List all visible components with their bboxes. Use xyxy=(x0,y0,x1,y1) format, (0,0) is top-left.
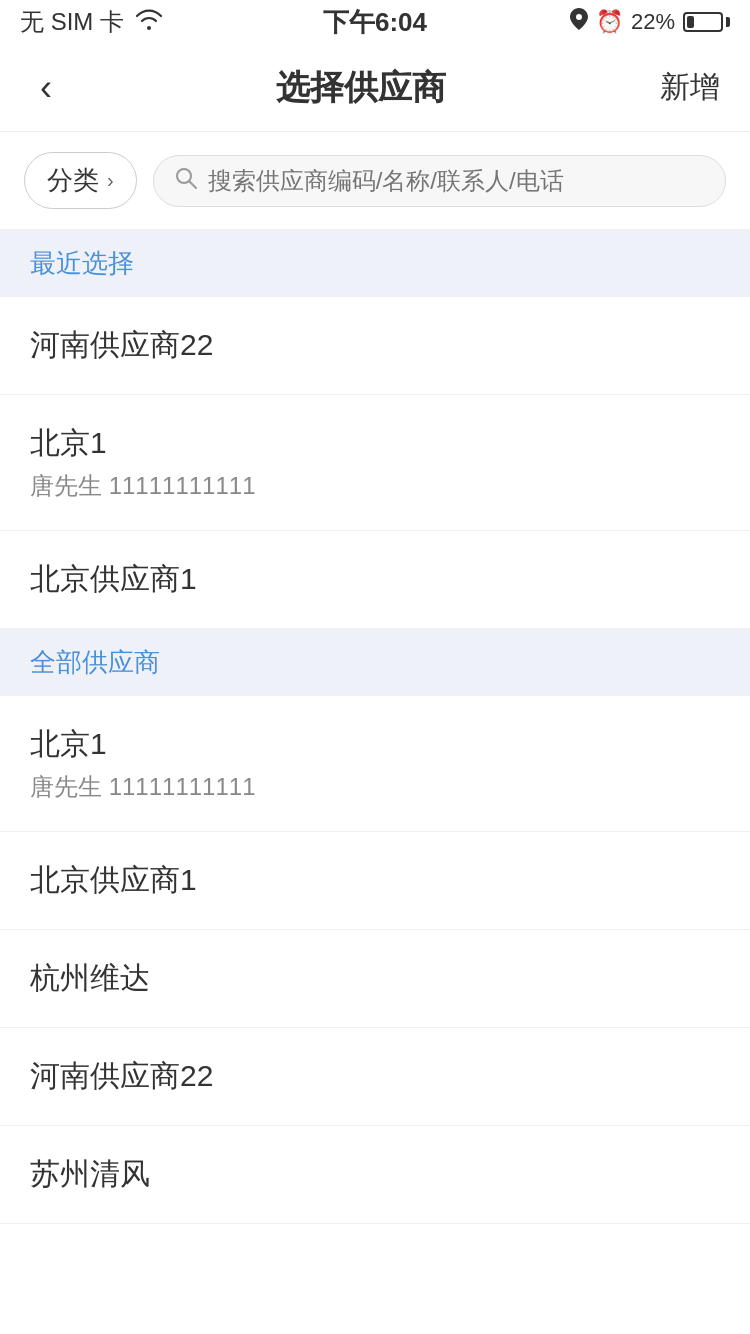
recent-items-list: 河南供应商22 北京1 唐先生 11111111111 北京供应商1 xyxy=(0,297,750,629)
item-name: 北京供应商1 xyxy=(30,860,720,901)
recent-section-label: 最近选择 xyxy=(30,248,134,278)
all-list-item[interactable]: 北京1 唐先生 11111111111 xyxy=(0,696,750,832)
add-button[interactable]: 新增 xyxy=(660,67,720,108)
no-sim-text: 无 SIM 卡 xyxy=(20,6,124,38)
all-section-label: 全部供应商 xyxy=(30,647,160,677)
all-list-item[interactable]: 河南供应商22 xyxy=(0,1028,750,1126)
item-name: 河南供应商22 xyxy=(30,1056,720,1097)
status-time: 下午6:04 xyxy=(323,5,427,40)
item-sub: 唐先生 11111111111 xyxy=(30,470,720,502)
category-filter[interactable]: 分类 › xyxy=(24,152,137,209)
category-label: 分类 xyxy=(47,163,99,198)
nav-bar: ‹ 选择供应商 新增 xyxy=(0,44,750,132)
search-input[interactable] xyxy=(208,167,705,195)
location-icon xyxy=(570,8,588,36)
battery-percent: 22% xyxy=(631,9,675,35)
recent-list-item[interactable]: 河南供应商22 xyxy=(0,297,750,395)
filter-bar: 分类 › xyxy=(0,132,750,230)
item-name: 北京1 xyxy=(30,724,720,765)
recent-section-header: 最近选择 xyxy=(0,230,750,297)
item-sub: 唐先生 11111111111 xyxy=(30,771,720,803)
back-button[interactable]: ‹ xyxy=(30,57,62,119)
item-name: 北京1 xyxy=(30,423,720,464)
status-right: ⏰ 22% xyxy=(570,8,730,36)
alarm-icon: ⏰ xyxy=(596,9,623,35)
svg-line-1 xyxy=(189,181,196,188)
status-left: 无 SIM 卡 xyxy=(20,6,164,38)
all-section-header: 全部供应商 xyxy=(0,629,750,696)
chevron-right-icon: › xyxy=(107,169,114,192)
all-items-list: 北京1 唐先生 11111111111 北京供应商1 杭州维达河南供应商22 苏州清… xyxy=(0,696,750,1224)
item-name: 北京供应商1 xyxy=(30,559,720,600)
all-list-item[interactable]: 北京供应商1 xyxy=(0,832,750,930)
search-icon xyxy=(174,166,198,196)
all-list-item[interactable]: 杭州维达 xyxy=(0,930,750,1028)
wifi-icon xyxy=(134,8,164,36)
all-list-item[interactable]: 苏州清风 xyxy=(0,1126,750,1224)
status-bar: 无 SIM 卡 下午6:04 ⏰ 22% xyxy=(0,0,750,44)
recent-list-item[interactable]: 北京供应商1 xyxy=(0,531,750,629)
item-name: 河南供应商22 xyxy=(30,325,720,366)
item-name: 苏州清风 xyxy=(30,1154,720,1195)
page-title: 选择供应商 xyxy=(276,65,446,111)
item-name: 杭州维达 xyxy=(30,958,720,999)
search-box[interactable] xyxy=(153,155,726,207)
recent-list-item[interactable]: 北京1 唐先生 11111111111 xyxy=(0,395,750,531)
battery-icon xyxy=(683,12,730,32)
